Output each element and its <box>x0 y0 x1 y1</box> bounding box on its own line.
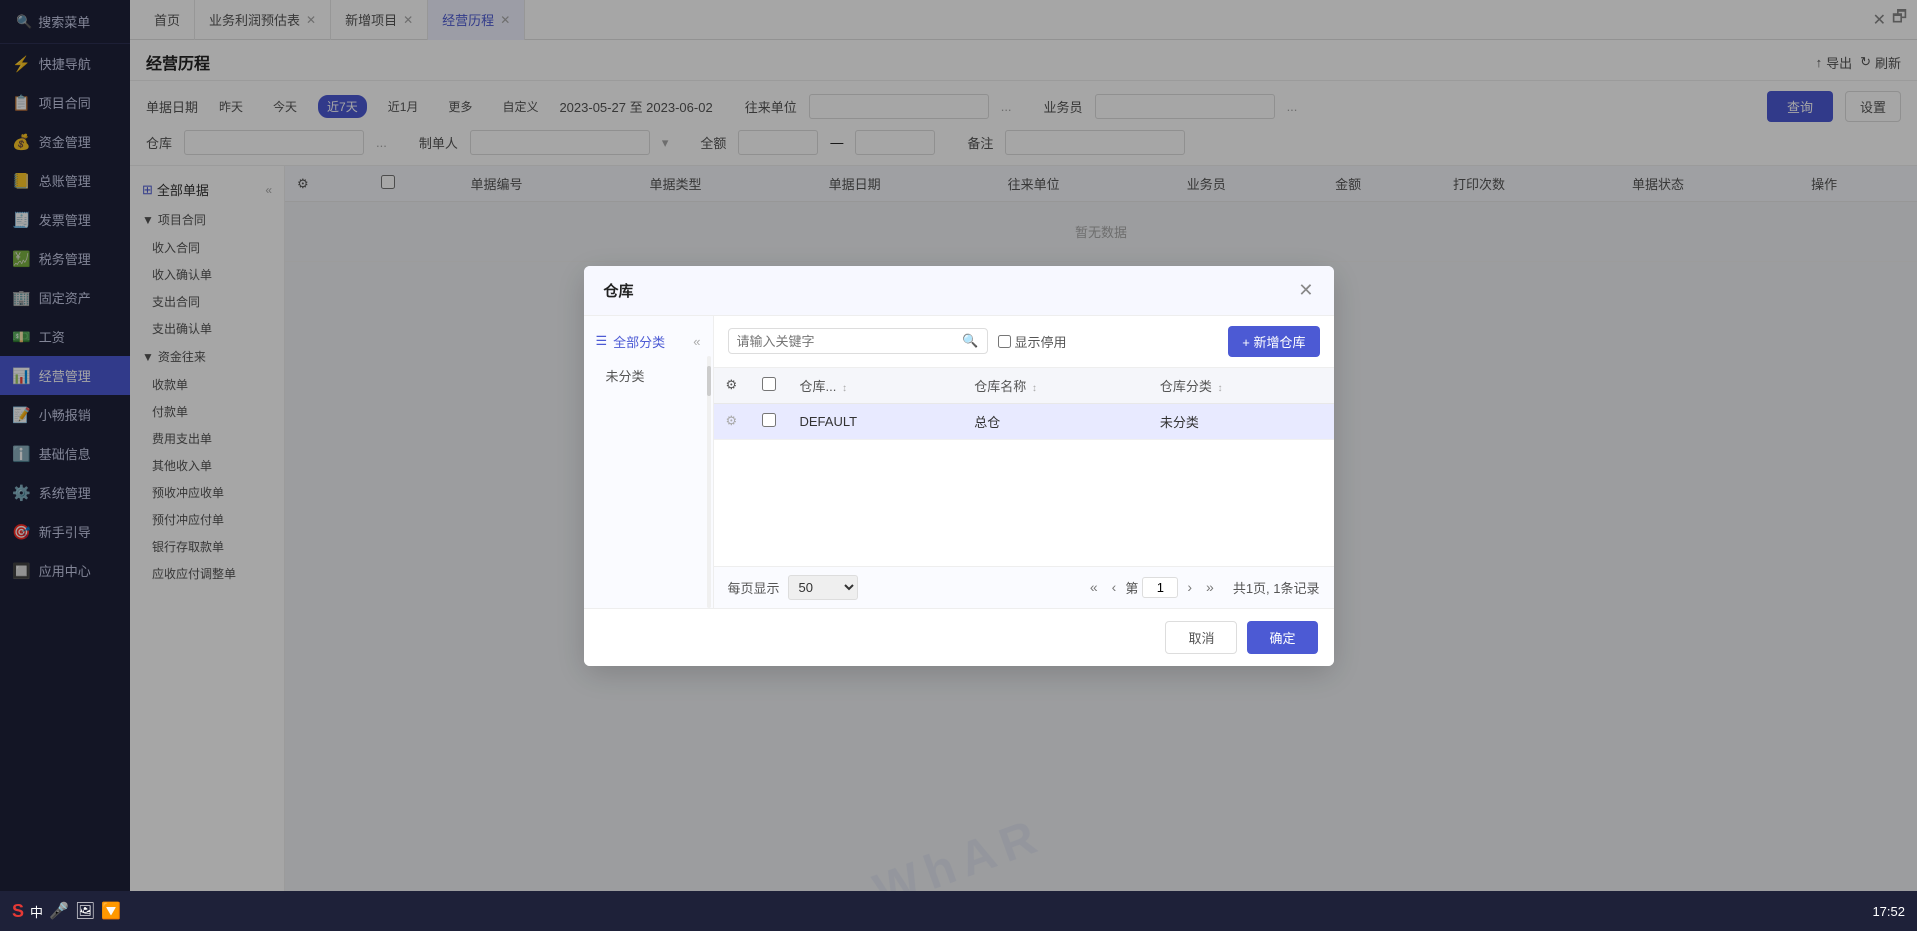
modal-left-scrollthumb <box>707 366 711 396</box>
search-icon: 🔍 <box>962 333 978 349</box>
wh-row-select[interactable] <box>762 413 776 427</box>
modal-left-panel: ☰ 全部分类 « 未分类 <box>584 316 714 608</box>
all-category-label: 全部分类 <box>613 332 665 351</box>
modal-right-panel: 🔍 显示停用 + 新增仓库 ⚙ <box>714 316 1334 608</box>
uncategorized-label: 未分类 <box>606 369 645 384</box>
search-box: 🔍 <box>728 328 988 354</box>
wh-row-checkbox[interactable] <box>750 403 788 439</box>
taskbar-icon-1[interactable]: S <box>12 901 24 922</box>
modal-per-page-select[interactable]: 50 100 <box>788 575 858 600</box>
taskbar-icon-4[interactable]: 🖼 <box>75 901 95 921</box>
collapse-arrow[interactable]: « <box>693 334 700 349</box>
modal-last-btn[interactable]: » <box>1201 578 1219 596</box>
wh-row-name: 总仓 <box>962 403 1148 439</box>
category-icon: ☰ <box>596 333 608 349</box>
cancel-button[interactable]: 取消 <box>1165 621 1237 654</box>
modal-first-btn[interactable]: « <box>1085 578 1103 596</box>
warehouse-table: ⚙ 仓库... ↕ 仓库名称 ↕ 仓库分类 ↕ ⚙ DEFA <box>714 368 1334 440</box>
modal-per-page-label: 每页显示 <box>728 578 780 597</box>
wh-row-category: 未分类 <box>1148 403 1334 439</box>
modal-prev-btn[interactable]: ‹ <box>1107 578 1122 596</box>
modal-title: 仓库 <box>604 280 1299 301</box>
wh-col-name: 仓库名称 ↕ <box>962 368 1148 404</box>
wh-gear-icon: ⚙ <box>726 377 738 392</box>
wh-col-category: 仓库分类 ↕ <box>1148 368 1334 404</box>
modal-body: ☰ 全部分类 « 未分类 🔍 <box>584 316 1334 608</box>
modal-uncategorized[interactable]: 未分类 <box>584 359 713 392</box>
modal-close-button[interactable]: ✕ <box>1298 280 1313 301</box>
modal-all-category[interactable]: ☰ 全部分类 « <box>584 324 713 359</box>
wh-col-checkbox[interactable] <box>750 368 788 404</box>
modal-toolbar: 🔍 显示停用 + 新增仓库 <box>714 316 1334 368</box>
modal-page-input[interactable] <box>1142 577 1178 598</box>
modal-overlay[interactable]: 仓库 ✕ ☰ 全部分类 « 未分类 <box>0 0 1917 931</box>
taskbar-icons: S 中 🎤 🖼 🔽 <box>12 901 121 922</box>
taskbar-icon-3[interactable]: 🎤 <box>49 901 69 921</box>
modal-left-scrolltrack <box>707 356 711 608</box>
modal-table-wrap: ⚙ 仓库... ↕ 仓库名称 ↕ 仓库分类 ↕ ⚙ DEFA <box>714 368 1334 566</box>
modal-page-label: 第 <box>1125 578 1138 597</box>
warehouse-row[interactable]: ⚙ DEFAULT 总仓 未分类 <box>714 403 1334 439</box>
wh-row-code: DEFAULT <box>788 403 963 439</box>
show-disabled-toggle[interactable]: 显示停用 <box>998 332 1067 351</box>
confirm-button[interactable]: 确定 <box>1247 621 1317 654</box>
warehouse-search-input[interactable] <box>737 334 959 349</box>
wh-col-gear[interactable]: ⚙ <box>714 368 750 404</box>
show-disabled-label: 显示停用 <box>1015 332 1067 351</box>
modal-action-bar: 取消 确定 <box>584 608 1334 666</box>
modal-header: 仓库 ✕ <box>584 266 1334 316</box>
add-warehouse-button[interactable]: + 新增仓库 <box>1228 326 1319 357</box>
taskbar-icon-5[interactable]: 🔽 <box>101 901 121 921</box>
modal-total-info: 共1页, 1条记录 <box>1233 578 1320 597</box>
wh-row-gear-icon: ⚙ <box>726 413 738 428</box>
modal-pagination: « ‹ 第 › » <box>1085 577 1219 598</box>
wh-row-gear: ⚙ <box>714 403 750 439</box>
modal-next-btn[interactable]: › <box>1182 578 1197 596</box>
modal-footer-bar: 每页显示 50 100 « ‹ 第 › » 共1页, 1条记录 <box>714 566 1334 608</box>
taskbar-icon-2[interactable]: 中 <box>30 902 43 921</box>
show-disabled-checkbox[interactable] <box>998 335 1011 348</box>
taskbar: S 中 🎤 🖼 🔽 17:52 <box>0 891 1917 931</box>
wh-col-code: 仓库... ↕ <box>788 368 963 404</box>
wh-select-all[interactable] <box>762 377 776 391</box>
taskbar-time: 17:52 <box>1872 904 1905 919</box>
warehouse-modal: 仓库 ✕ ☰ 全部分类 « 未分类 <box>584 266 1334 666</box>
